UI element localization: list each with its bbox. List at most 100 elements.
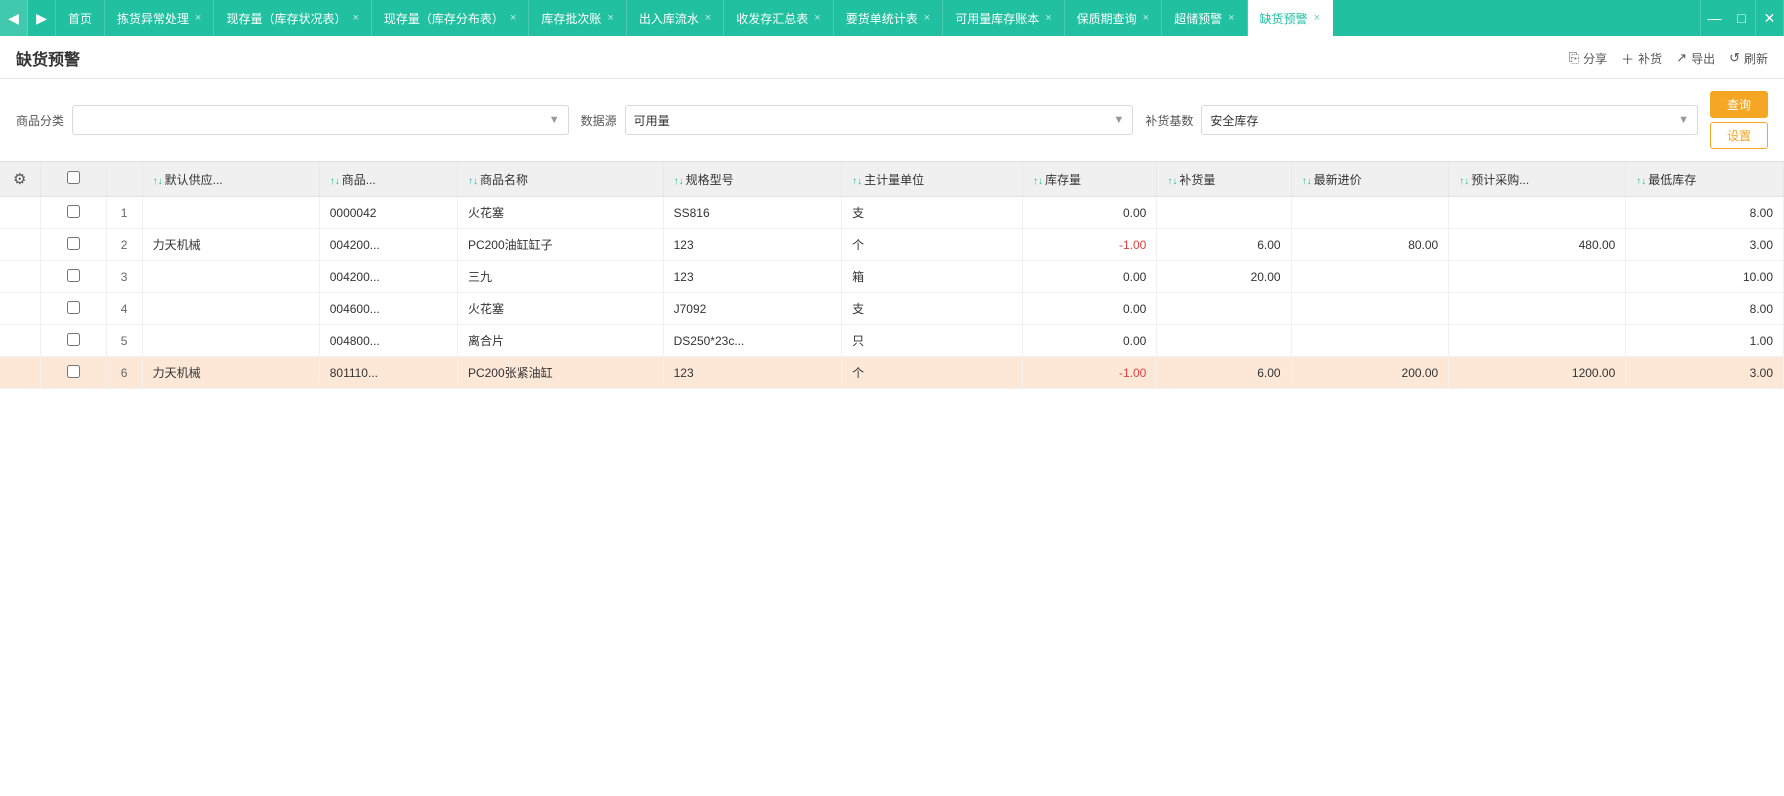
th-latest-price[interactable]: ↑↓最新进价: [1291, 162, 1449, 197]
row-number: 2: [106, 229, 142, 261]
row-replenish: 6.00: [1157, 357, 1291, 389]
th-checkbox[interactable]: [40, 162, 106, 197]
replenish-basis-label: 补货基数: [1145, 112, 1193, 129]
tab-close-churuku[interactable]: ×: [705, 12, 711, 24]
row-gear-cell: [0, 197, 40, 229]
row-min-stock: 8.00: [1626, 197, 1784, 229]
row-supplier: [142, 197, 319, 229]
tab-close-lian-huo[interactable]: ×: [195, 12, 201, 24]
row-supplier: 力天机械: [142, 357, 319, 389]
row-spec: 123: [663, 229, 841, 261]
th-replenish[interactable]: ↑↓补货量: [1157, 162, 1291, 197]
row-checkbox-cell[interactable]: [40, 229, 106, 261]
row-checkbox[interactable]: [67, 301, 80, 314]
row-checkbox[interactable]: [67, 365, 80, 378]
row-unit: 个: [842, 229, 1023, 261]
tab-close-baozhiqi[interactable]: ×: [1143, 12, 1149, 24]
close-window-btn[interactable]: ✕: [1756, 0, 1784, 36]
tab-quehuo[interactable]: 缺货预警×: [1248, 0, 1333, 36]
th-estimated-purchase[interactable]: ↑↓预计采购...: [1449, 162, 1626, 197]
row-checkbox-cell[interactable]: [40, 293, 106, 325]
row-checkbox[interactable]: [67, 269, 80, 282]
row-gear-cell: [0, 229, 40, 261]
row-supplier: [142, 293, 319, 325]
tab-yaohuo[interactable]: 要货单统计表×: [834, 0, 943, 36]
table-row: 5004800...离合片DS250*23c...只0.001.00: [0, 325, 1784, 357]
row-checkbox-cell[interactable]: [40, 325, 106, 357]
unit-sort-icon: ↑↓: [852, 176, 862, 187]
query-button[interactable]: 查询: [1710, 91, 1768, 118]
data-source-arrow-icon: ▼: [1113, 114, 1124, 126]
row-spec: J7092: [663, 293, 841, 325]
row-checkbox-cell[interactable]: [40, 357, 106, 389]
tab-keyong[interactable]: 可用量库存账本×: [943, 0, 1064, 36]
th-min-stock[interactable]: ↑↓最低库存: [1626, 162, 1784, 197]
row-min-stock: 3.00: [1626, 229, 1784, 261]
row-gear-cell: [0, 357, 40, 389]
tab-chaochuyujing[interactable]: 超储预警×: [1162, 0, 1247, 36]
table-body: 10000042火花塞SS816支0.008.002力天机械004200...P…: [0, 197, 1784, 389]
table-header: ⚙ ↑↓默认供应... ↑↓商品... ↑↓商品名称 ↑↓规格型号 ↑↓主计量单…: [0, 162, 1784, 197]
product-category-select[interactable]: ▼: [72, 105, 569, 135]
maximize-btn[interactable]: □: [1728, 0, 1756, 36]
tab-close-pipici[interactable]: ×: [607, 12, 613, 24]
th-unit[interactable]: ↑↓主计量单位: [842, 162, 1023, 197]
tab-home[interactable]: 首页: [56, 0, 105, 36]
replenish-basis-arrow-icon: ▼: [1678, 114, 1689, 126]
row-product-code: 004200...: [319, 261, 457, 293]
table-row: 3004200...三九123箱0.0020.0010.00: [0, 261, 1784, 293]
tab-nav-right[interactable]: ▶: [28, 0, 56, 36]
tab-close-yaohuo[interactable]: ×: [924, 12, 930, 24]
tab-xianzun-fen[interactable]: 现存量（库存分布表）×: [372, 0, 529, 36]
row-unit: 箱: [842, 261, 1023, 293]
tab-xianzun-ku[interactable]: 现存量（库存状况表）×: [214, 0, 371, 36]
th-stock[interactable]: ↑↓库存量: [1023, 162, 1157, 197]
settings-button[interactable]: 设置: [1710, 122, 1768, 149]
tab-close-xianzun-fen[interactable]: ×: [510, 12, 516, 24]
refresh-button[interactable]: ↺ 刷新: [1729, 50, 1768, 67]
row-checkbox[interactable]: [67, 237, 80, 250]
tab-shoushou[interactable]: 收发存汇总表×: [724, 0, 833, 36]
table-row: 6力天机械801110...PC200张紧油缸123个-1.006.00200.…: [0, 357, 1784, 389]
row-product-name: 离合片: [457, 325, 663, 357]
tab-nav-left[interactable]: ◀: [0, 0, 28, 36]
data-source-label: 数据源: [581, 112, 617, 129]
share-button[interactable]: ⎘ 分享: [1569, 50, 1607, 67]
tab-close-chaochuyujing[interactable]: ×: [1228, 12, 1234, 24]
table-row: 4004600...火花塞J7092支0.008.00: [0, 293, 1784, 325]
tab-close-quehuo[interactable]: ×: [1314, 12, 1320, 24]
select-all-checkbox[interactable]: [67, 171, 80, 184]
tab-pipici[interactable]: 库存批次账×: [529, 0, 626, 36]
row-product-code: 0000042: [319, 197, 457, 229]
th-product-code[interactable]: ↑↓商品...: [319, 162, 457, 197]
row-product-name: 火花塞: [457, 293, 663, 325]
th-supplier[interactable]: ↑↓默认供应...: [142, 162, 319, 197]
th-product-name[interactable]: ↑↓商品名称: [457, 162, 663, 197]
tab-churuku[interactable]: 出入库流水×: [627, 0, 724, 36]
minimize-btn[interactable]: —: [1700, 0, 1728, 36]
tab-close-shoushou[interactable]: ×: [814, 12, 820, 24]
row-replenish: [1157, 293, 1291, 325]
tab-close-xianzun-ku[interactable]: ×: [352, 12, 358, 24]
row-checkbox-cell[interactable]: [40, 261, 106, 293]
row-gear-cell: [0, 325, 40, 357]
data-source-select[interactable]: 可用量 ▼: [625, 105, 1134, 135]
replenish-button[interactable]: ＋ 补货: [1621, 49, 1662, 68]
row-product-name: 火花塞: [457, 197, 663, 229]
tab-baozhiqi[interactable]: 保质期查询×: [1065, 0, 1162, 36]
tab-close-keyong[interactable]: ×: [1045, 12, 1051, 24]
row-stock: 0.00: [1023, 261, 1157, 293]
replenish-basis-select[interactable]: 安全库存 ▼: [1201, 105, 1698, 135]
row-unit: 个: [842, 357, 1023, 389]
tab-lian-huo[interactable]: 拣货异常处理×: [105, 0, 214, 36]
th-gear[interactable]: ⚙: [0, 162, 40, 197]
row-checkbox[interactable]: [67, 333, 80, 346]
header-actions: ⎘ 分享 ＋ 补货 ↗ 导出 ↺ 刷新: [1569, 49, 1768, 68]
export-button[interactable]: ↗ 导出: [1676, 50, 1715, 67]
th-spec[interactable]: ↑↓规格型号: [663, 162, 841, 197]
row-checkbox-cell[interactable]: [40, 197, 106, 229]
row-min-stock: 1.00: [1626, 325, 1784, 357]
row-checkbox[interactable]: [67, 205, 80, 218]
row-product-code: 004600...: [319, 293, 457, 325]
row-product-code: 004200...: [319, 229, 457, 261]
